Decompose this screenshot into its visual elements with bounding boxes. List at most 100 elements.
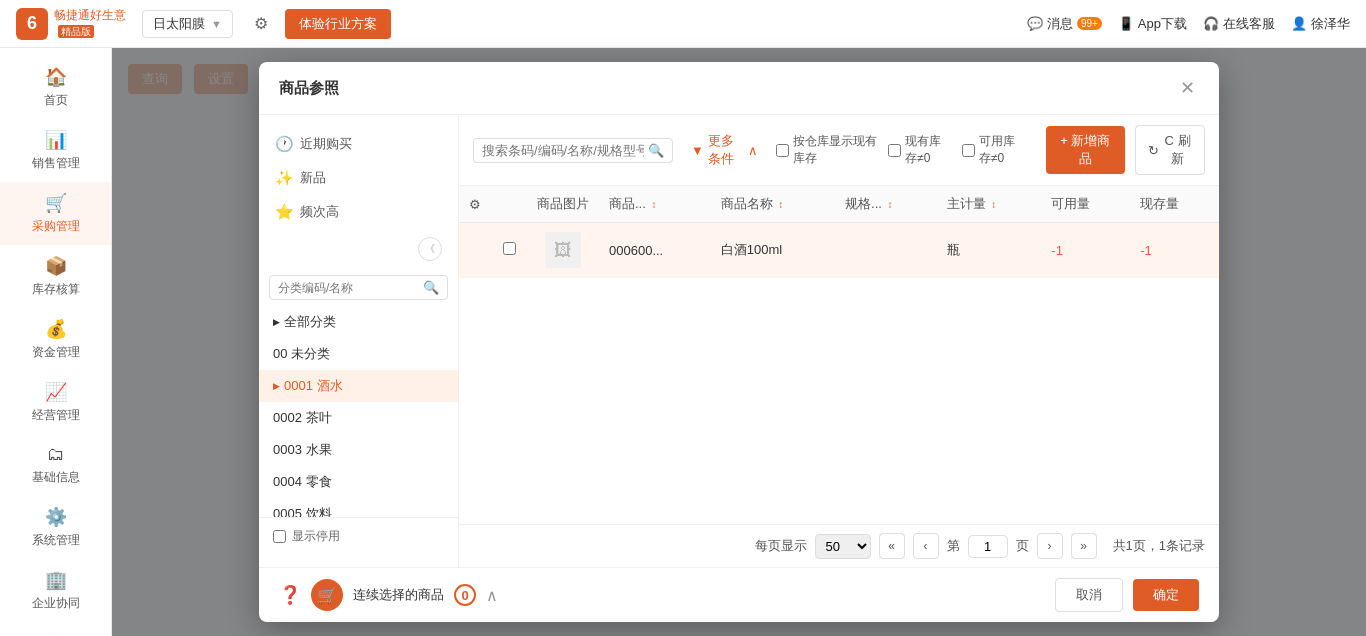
expand-icon-c0001: ▶ [273, 381, 280, 391]
messages-nav[interactable]: 💬 消息 99+ [1027, 15, 1102, 33]
modal-title: 商品参照 [279, 79, 339, 98]
row-num-cell [491, 223, 527, 278]
sidebar-item-system[interactable]: ⚙️ 系统管理 [0, 496, 111, 559]
col-spec[interactable]: 规格... ↕ [835, 186, 937, 223]
row-checkbox[interactable] [503, 242, 516, 255]
left-nav-new[interactable]: ✨ 新品 [259, 161, 458, 195]
online-service-nav[interactable]: 🎧 在线客服 [1203, 15, 1275, 33]
show-disabled-row: 显示停用 [259, 517, 458, 555]
cart-icon[interactable]: 🛒 [311, 579, 343, 611]
exp-btn[interactable]: 体验行业方案 [285, 9, 391, 39]
product-search-input[interactable] [482, 143, 644, 158]
show-disabled-checkbox[interactable] [273, 530, 286, 543]
filter-btn[interactable]: ▼ 更多条件 ∧ [683, 128, 766, 172]
content-area: 查询 设置 刷新 商品参照 ✕ 🕐 近期购买 [112, 48, 1366, 636]
show-disabled-label[interactable]: 显示停用 [292, 528, 340, 545]
category-search-box: 🔍 [269, 275, 448, 300]
category-item-c00[interactable]: 00 未分类 [259, 338, 458, 370]
col-unit[interactable]: 主计量 ↕ [937, 186, 1042, 223]
per-page-select[interactable]: 50 100 200 [815, 534, 871, 559]
category-search-input[interactable] [278, 281, 419, 295]
help-icon[interactable]: ❓ [279, 584, 301, 606]
available-stock-filter-label[interactable]: 可用库存≠0 [962, 133, 1026, 167]
modal-header: 商品参照 ✕ [259, 62, 1219, 115]
sidebar-item-enterprise[interactable]: 🏢 企业协同 [0, 559, 111, 622]
nav-right: 💬 消息 99+ 📱 App下载 🎧 在线客服 👤 徐泽华 [1027, 15, 1350, 33]
table-body: 🖼 000600... 白酒100ml 瓶 -1 -1 [459, 223, 1219, 278]
sidebar-item-purchase[interactable]: 🛒 采购管理 [0, 182, 111, 245]
prev-page-btn[interactable]: ‹ [913, 533, 939, 559]
row-code-cell: 000600... [599, 223, 711, 278]
category-item-c0002[interactable]: 0002 茶叶 [259, 402, 458, 434]
footer-collapse-icon[interactable]: ∧ [486, 586, 498, 605]
refresh-btn[interactable]: ↻ C 刷新 [1135, 125, 1205, 175]
existing-stock-checkbox[interactable] [888, 144, 901, 157]
col-name[interactable]: 商品名称 ↕ [711, 186, 835, 223]
page-input[interactable] [968, 535, 1008, 558]
category-search-icon[interactable]: 🔍 [423, 280, 439, 295]
left-nav-recent[interactable]: 🕐 近期购买 [259, 127, 458, 161]
sidebar-item-basic[interactable]: 🗂 基础信息 [0, 434, 111, 496]
table-header: ⚙ 商品图片 商品... ↕ [459, 186, 1219, 223]
collapse-left-btn[interactable]: 《 [418, 237, 442, 261]
col-code[interactable]: 商品... ↕ [599, 186, 711, 223]
row-spec-cell [835, 223, 937, 278]
sidebar-item-finance[interactable]: 💰 资金管理 [0, 308, 111, 371]
logo-area: 6 畅捷通好生意 精品版 [16, 8, 126, 40]
top-nav: 6 畅捷通好生意 精品版 日太阳膜 ▼ ⚙ 体验行业方案 💬 消息 99+ 📱 … [0, 0, 1366, 48]
product-image: 🖼 [545, 232, 581, 268]
first-page-btn[interactable]: « [879, 533, 905, 559]
modal: 商品参照 ✕ 🕐 近期购买 ✨ 新品 [259, 62, 1219, 622]
finance-icon: 💰 [45, 318, 67, 340]
avatar-icon: 👤 [1291, 16, 1307, 31]
sidebar-item-home[interactable]: 🏠 首页 [0, 56, 111, 119]
gear-icon[interactable]: ⚙ [245, 8, 277, 40]
app-download-nav[interactable]: 📱 App下载 [1118, 15, 1187, 33]
confirm-btn[interactable]: 确定 [1133, 579, 1199, 611]
sidebar-item-guide[interactable]: 📖 新手引导 [0, 622, 111, 636]
available-stock-checkbox[interactable] [962, 144, 975, 157]
headset-icon: 🎧 [1203, 16, 1219, 31]
existing-stock-filter-label[interactable]: 现有库存≠0 [888, 133, 952, 167]
store-select[interactable]: 日太阳膜 ▼ [142, 10, 233, 38]
next-page-btn[interactable]: › [1037, 533, 1063, 559]
warehouse-filter-label[interactable]: 按仓库显示现有库存 [776, 133, 878, 167]
category-item-c0003[interactable]: 0003 水果 [259, 434, 458, 466]
user-avatar[interactable]: 👤 徐泽华 [1291, 15, 1350, 33]
last-page-btn[interactable]: » [1071, 533, 1097, 559]
logo-icon: 6 [16, 8, 48, 40]
total-info: 共1页，1条记录 [1113, 537, 1205, 555]
sort-unit-icon: ↕ [991, 199, 996, 210]
expand-icon: ▶ [273, 317, 280, 327]
warehouse-filter-checkbox[interactable] [776, 144, 789, 157]
category-item-all[interactable]: ▶ 全部分类 [259, 306, 458, 338]
sidebar-item-operation[interactable]: 📈 经营管理 [0, 371, 111, 434]
page-label: 第 [947, 537, 960, 555]
modal-right-panel: 🔍 ▼ 更多条件 ∧ 按仓库显示现有库存 [459, 115, 1219, 567]
chevron-down-icon: ▼ [211, 18, 222, 30]
guide-icon: 📖 [45, 632, 67, 636]
sort-name-icon: ↕ [778, 199, 783, 210]
product-table-wrap: ⚙ 商品图片 商品... ↕ [459, 186, 1219, 524]
modal-footer: ❓ 🛒 连续选择的商品 0 ∧ 取消 确定 [259, 567, 1219, 622]
modal-close-btn[interactable]: ✕ [1175, 76, 1199, 100]
col-settings[interactable]: ⚙ [459, 186, 491, 223]
add-product-btn[interactable]: + 新增商品 [1046, 126, 1125, 174]
cancel-btn[interactable]: 取消 [1055, 578, 1123, 612]
selected-count: 0 [454, 584, 476, 606]
message-icon: 💬 [1027, 16, 1043, 31]
category-item-c0004[interactable]: 0004 零食 [259, 466, 458, 498]
sidebar-item-sales[interactable]: 📊 销售管理 [0, 119, 111, 182]
table-row[interactable]: 🖼 000600... 白酒100ml 瓶 -1 -1 [459, 223, 1219, 278]
category-item-c0001[interactable]: ▶ 0001 酒水 [259, 370, 458, 402]
inventory-icon: 📦 [45, 255, 67, 277]
search-icon[interactable]: 🔍 [648, 143, 664, 158]
left-nav-frequent[interactable]: ⭐ 频次高 [259, 195, 458, 229]
refresh-icon: ↻ [1148, 143, 1159, 158]
sidebar-item-inventory[interactable]: 📦 库存核算 [0, 245, 111, 308]
col-available: 可用量 [1041, 186, 1130, 223]
category-item-c0005[interactable]: 0005 饮料 [259, 498, 458, 517]
category-list: ▶ 全部分类 00 未分类 ▶ 0001 酒水 0002 茶 [259, 306, 458, 517]
modal-overlay: 商品参照 ✕ 🕐 近期购买 ✨ 新品 [112, 48, 1366, 636]
enterprise-icon: 🏢 [45, 569, 67, 591]
